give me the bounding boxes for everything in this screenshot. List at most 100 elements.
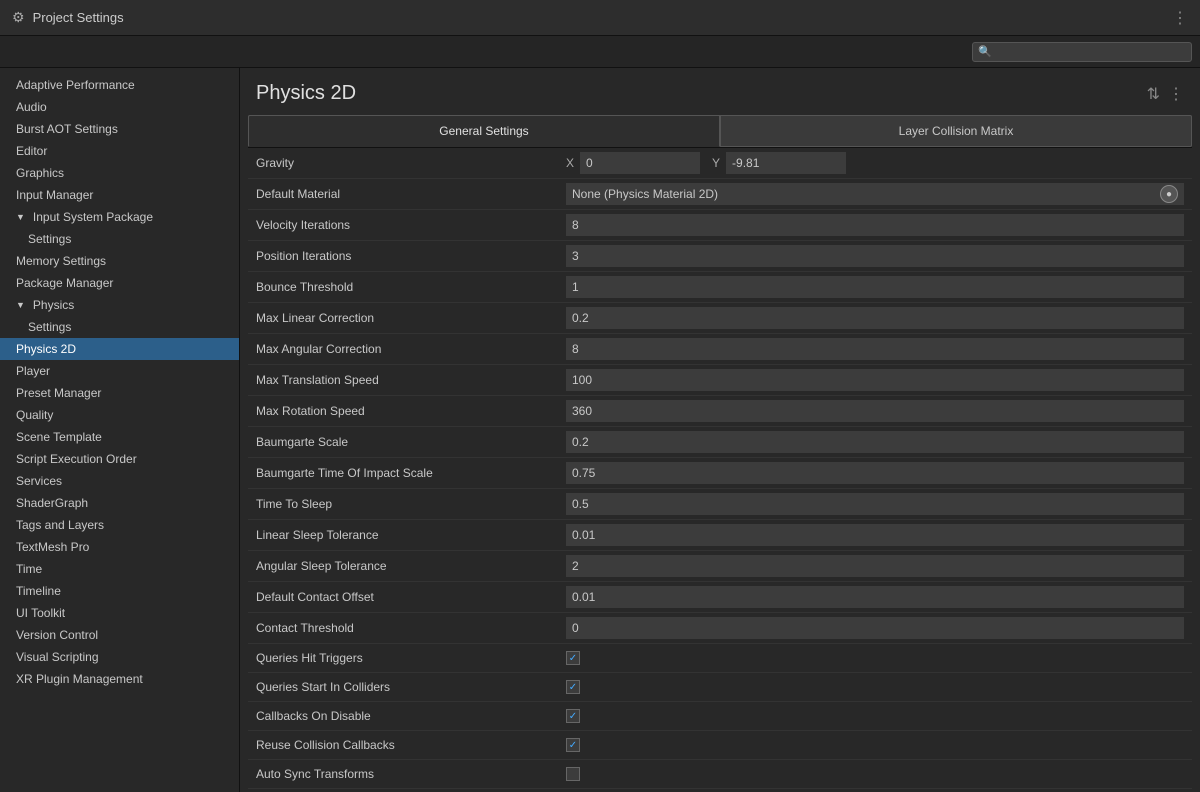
tab-layer-collision[interactable]: Layer Collision Matrix <box>720 115 1192 147</box>
sidebar-item-label: Player <box>16 364 50 378</box>
number-input-8[interactable] <box>566 400 1184 422</box>
sidebar-item-memory-settings[interactable]: Memory Settings <box>0 250 239 272</box>
number-input-10[interactable] <box>566 462 1184 484</box>
sidebar-item-editor[interactable]: Editor <box>0 140 239 162</box>
sidebar-item-input-manager[interactable]: Input Manager <box>0 184 239 206</box>
sidebar-item-physics[interactable]: ▼Physics <box>0 294 239 316</box>
sidebar-item-tags-and-layers[interactable]: Tags and Layers <box>0 514 239 536</box>
sidebar-item-player[interactable]: Player <box>0 360 239 382</box>
sidebar-item-ui-toolkit[interactable]: UI Toolkit <box>0 602 239 624</box>
sidebar-item-timeline[interactable]: Timeline <box>0 580 239 602</box>
checkbox-16[interactable] <box>566 651 580 665</box>
sidebar-item-label: Version Control <box>16 628 98 642</box>
settings-value-1[interactable]: None (Physics Material 2D) ● <box>558 179 1192 210</box>
settings-value-20[interactable] <box>558 760 1192 789</box>
settings-value-11[interactable] <box>558 489 1192 520</box>
number-input-7[interactable] <box>566 369 1184 391</box>
title-bar: ⚙ Project Settings ⋮ <box>0 0 1200 36</box>
number-input-13[interactable] <box>566 555 1184 577</box>
checkbox-cell-19[interactable] <box>566 738 1184 752</box>
settings-label-2: Velocity Iterations <box>248 210 558 241</box>
sidebar-item-label: Visual Scripting <box>16 650 99 664</box>
sidebar-item-shader-graph[interactable]: ShaderGraph <box>0 492 239 514</box>
number-input-9[interactable] <box>566 431 1184 453</box>
sidebar-item-quality[interactable]: Quality <box>0 404 239 426</box>
sidebar-item-package-manager[interactable]: Package Manager <box>0 272 239 294</box>
settings-value-14[interactable] <box>558 582 1192 613</box>
tab-general[interactable]: General Settings <box>248 115 720 147</box>
sidebar-item-label: Settings <box>28 320 71 334</box>
sidebar-item-services[interactable]: Services <box>0 470 239 492</box>
settings-value-8[interactable] <box>558 396 1192 427</box>
settings-value-7[interactable] <box>558 365 1192 396</box>
number-input-15[interactable] <box>566 617 1184 639</box>
sidebar-item-graphics[interactable]: Graphics <box>0 162 239 184</box>
settings-value-13[interactable] <box>558 551 1192 582</box>
settings-value-6[interactable] <box>558 334 1192 365</box>
none-material-field[interactable]: None (Physics Material 2D) ● <box>566 183 1184 205</box>
checkbox-cell-17[interactable] <box>566 680 1184 694</box>
settings-value-21[interactable]: Fixed UpdateUpdateScript▼ <box>558 789 1192 792</box>
sidebar-item-scene-template[interactable]: Scene Template <box>0 426 239 448</box>
sidebar-item-input-settings[interactable]: Settings <box>0 228 239 250</box>
settings-row-7: Max Translation Speed <box>248 365 1192 396</box>
gravity-x-label: X <box>566 156 574 170</box>
number-input-4[interactable] <box>566 276 1184 298</box>
settings-value-4[interactable] <box>558 272 1192 303</box>
gravity-y-input[interactable] <box>726 152 846 174</box>
checkbox-17[interactable] <box>566 680 580 694</box>
sidebar-item-label: Physics 2D <box>16 342 76 356</box>
settings-value-5[interactable] <box>558 303 1192 334</box>
material-select-btn[interactable]: ● <box>1160 185 1178 203</box>
sidebar-item-time[interactable]: Time <box>0 558 239 580</box>
settings-value-18[interactable] <box>558 702 1192 731</box>
settings-label-10: Baumgarte Time Of Impact Scale <box>248 458 558 489</box>
settings-value-17[interactable] <box>558 673 1192 702</box>
sidebar-item-script-execution-order[interactable]: Script Execution Order <box>0 448 239 470</box>
number-input-2[interactable] <box>566 214 1184 236</box>
settings-value-9[interactable] <box>558 427 1192 458</box>
sidebar-item-burst-aot[interactable]: Burst AOT Settings <box>0 118 239 140</box>
sidebar-item-xr-plugin[interactable]: XR Plugin Management <box>0 668 239 690</box>
number-input-5[interactable] <box>566 307 1184 329</box>
search-input[interactable] <box>972 42 1192 62</box>
sidebar-item-label: Time <box>16 562 42 576</box>
number-input-6[interactable] <box>566 338 1184 360</box>
sidebar-item-textmesh-pro[interactable]: TextMesh Pro <box>0 536 239 558</box>
header-menu-icon[interactable]: ⋮ <box>1168 84 1184 104</box>
content-area: Physics 2D ⇅ ⋮ General SettingsLayer Col… <box>240 68 1200 792</box>
settings-label-1: Default Material <box>248 179 558 210</box>
checkbox-cell-18[interactable] <box>566 709 1184 723</box>
sidebar-item-adaptive-performance[interactable]: Adaptive Performance <box>0 74 239 96</box>
sidebar-item-preset-manager[interactable]: Preset Manager <box>0 382 239 404</box>
settings-row-5: Max Linear Correction <box>248 303 1192 334</box>
settings-value-15[interactable] <box>558 613 1192 644</box>
sidebar-item-visual-scripting[interactable]: Visual Scripting <box>0 646 239 668</box>
sidebar-item-audio[interactable]: Audio <box>0 96 239 118</box>
number-input-3[interactable] <box>566 245 1184 267</box>
checkbox-19[interactable] <box>566 738 580 752</box>
checkbox-20[interactable] <box>566 767 580 781</box>
settings-value-0[interactable]: X Y <box>558 148 1192 179</box>
title-bar-menu-icon[interactable]: ⋮ <box>1172 8 1188 28</box>
settings-value-16[interactable] <box>558 644 1192 673</box>
checkbox-cell-20[interactable] <box>566 767 1184 781</box>
settings-value-2[interactable] <box>558 210 1192 241</box>
settings-value-10[interactable] <box>558 458 1192 489</box>
checkbox-18[interactable] <box>566 709 580 723</box>
settings-value-3[interactable] <box>558 241 1192 272</box>
sidebar-item-version-control[interactable]: Version Control <box>0 624 239 646</box>
number-input-14[interactable] <box>566 586 1184 608</box>
number-input-12[interactable] <box>566 524 1184 546</box>
sidebar-item-input-system-package[interactable]: ▼Input System Package <box>0 206 239 228</box>
settings-scroll[interactable]: Gravity X Y Default Material None (Physi… <box>240 148 1200 792</box>
settings-value-12[interactable] <box>558 520 1192 551</box>
gravity-x-input[interactable] <box>580 152 700 174</box>
header-settings-icon[interactable]: ⇅ <box>1147 84 1160 104</box>
checkbox-cell-16[interactable] <box>566 651 1184 665</box>
number-input-11[interactable] <box>566 493 1184 515</box>
settings-label-5: Max Linear Correction <box>248 303 558 334</box>
sidebar-item-physics-2d[interactable]: Physics 2D <box>0 338 239 360</box>
sidebar-item-physics-settings[interactable]: Settings <box>0 316 239 338</box>
settings-value-19[interactable] <box>558 731 1192 760</box>
